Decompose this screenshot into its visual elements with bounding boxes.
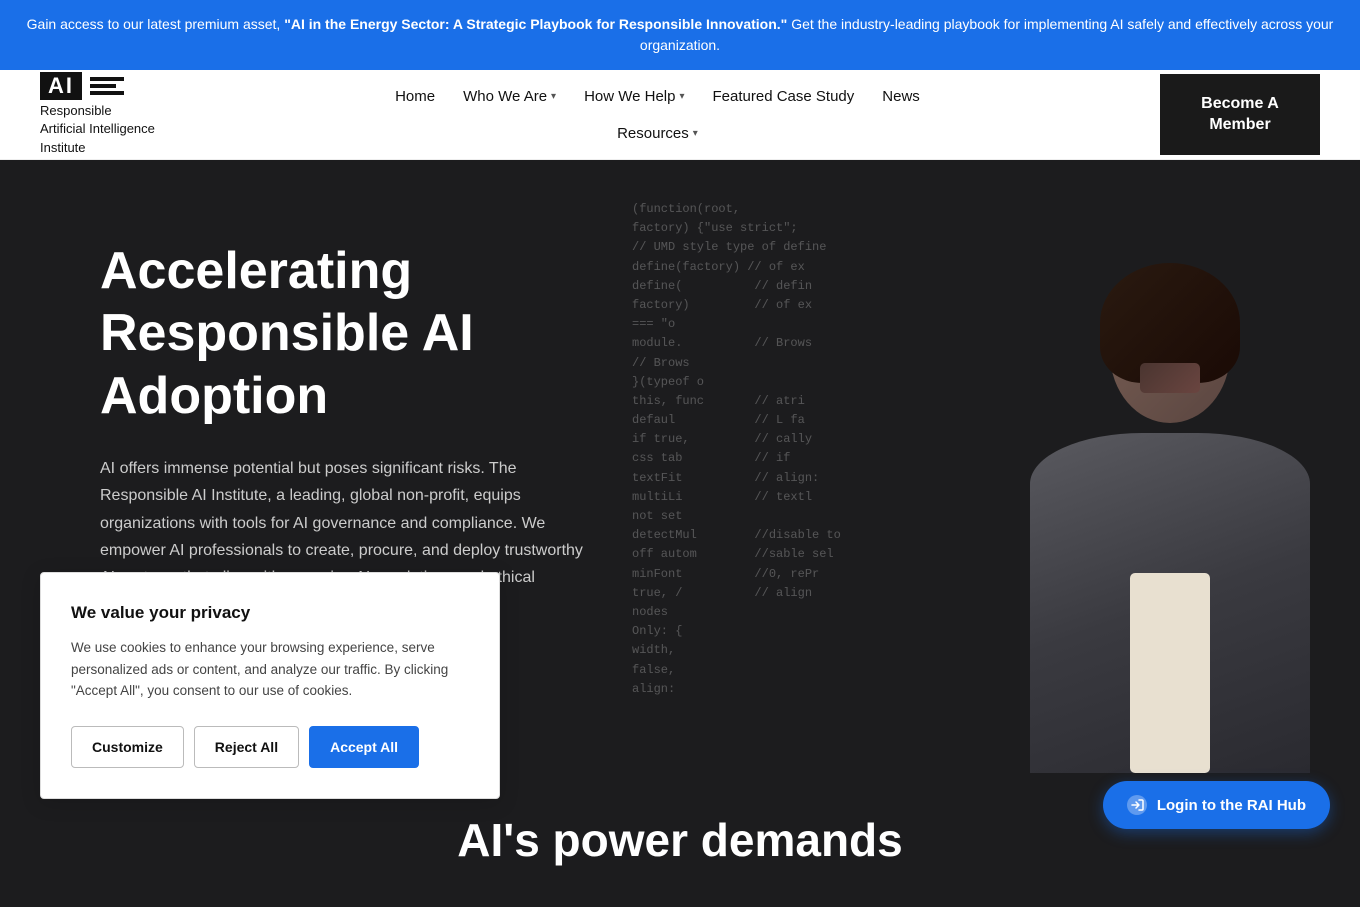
logo[interactable]: AI Responsible Artificial Intelligence I… <box>40 72 155 157</box>
customize-button[interactable]: Customize <box>71 726 184 768</box>
top-banner: Gain access to our latest premium asset,… <box>0 0 1360 70</box>
nav-row-1: Home Who We Are ▾ How We Help ▾ Featured… <box>381 78 934 115</box>
logo-name: Responsible Artificial Intelligence Inst… <box>40 102 155 157</box>
logo-name-line2: Artificial Intelligence <box>40 121 155 136</box>
cookie-buttons: Customize Reject All Accept All <box>71 726 469 768</box>
hero-title: Accelerating Responsible AI Adoption <box>100 240 600 427</box>
how-we-help-chevron-icon: ▾ <box>679 91 684 102</box>
nav-item-how-we-help[interactable]: How We Help ▾ <box>570 78 698 115</box>
who-we-are-chevron-icon: ▾ <box>551 91 556 102</box>
logo-line-3 <box>90 91 124 95</box>
logo-combined: AI Responsible Artificial Intelligence I… <box>40 72 155 157</box>
login-icon <box>1127 795 1147 815</box>
logo-line-1 <box>90 77 124 81</box>
cookie-consent-banner: We value your privacy We use cookies to … <box>40 572 500 799</box>
logo-lines <box>90 77 124 95</box>
nav-item-resources[interactable]: Resources ▾ <box>603 115 712 152</box>
header: AI Responsible Artificial Intelligence I… <box>0 70 1360 160</box>
rai-login-label: Login to the RAI Hub <box>1157 797 1306 814</box>
reject-all-button[interactable]: Reject All <box>194 726 299 768</box>
logo-name-line3: Institute <box>40 140 86 155</box>
nav-item-home[interactable]: Home <box>381 78 449 115</box>
logo-name-line1: Responsible <box>40 103 112 118</box>
nav-item-who-we-are[interactable]: Who We Are ▾ <box>449 78 570 115</box>
become-member-button[interactable]: Become A Member <box>1160 74 1320 156</box>
nav-item-news[interactable]: News <box>868 78 934 115</box>
rai-login-button[interactable]: Login to the RAI Hub <box>1103 781 1330 829</box>
hero-background: (function(root, factory) {"use strict"; … <box>612 160 1360 773</box>
nav-wrapper: Home Who We Are ▾ How We Help ▾ Featured… <box>155 78 1160 152</box>
nav-row-2: Resources ▾ <box>603 115 712 152</box>
banner-text-before: Gain access to our latest premium asset, <box>27 16 285 32</box>
nav-item-featured-case-study[interactable]: Featured Case Study <box>699 78 869 115</box>
accept-all-button[interactable]: Accept All <box>309 726 419 768</box>
cookie-text: We use cookies to enhance your browsing … <box>71 637 469 702</box>
banner-text-highlight: "AI in the Energy Sector: A Strategic Pl… <box>284 16 787 32</box>
cookie-title: We value your privacy <box>71 603 469 623</box>
resources-chevron-icon: ▾ <box>693 128 698 139</box>
logo-line-2 <box>90 84 116 88</box>
logo-ai-text: AI <box>40 72 82 100</box>
logo-top-row: AI <box>40 72 155 100</box>
bottom-hero-title: AI's power demands <box>100 813 1260 867</box>
